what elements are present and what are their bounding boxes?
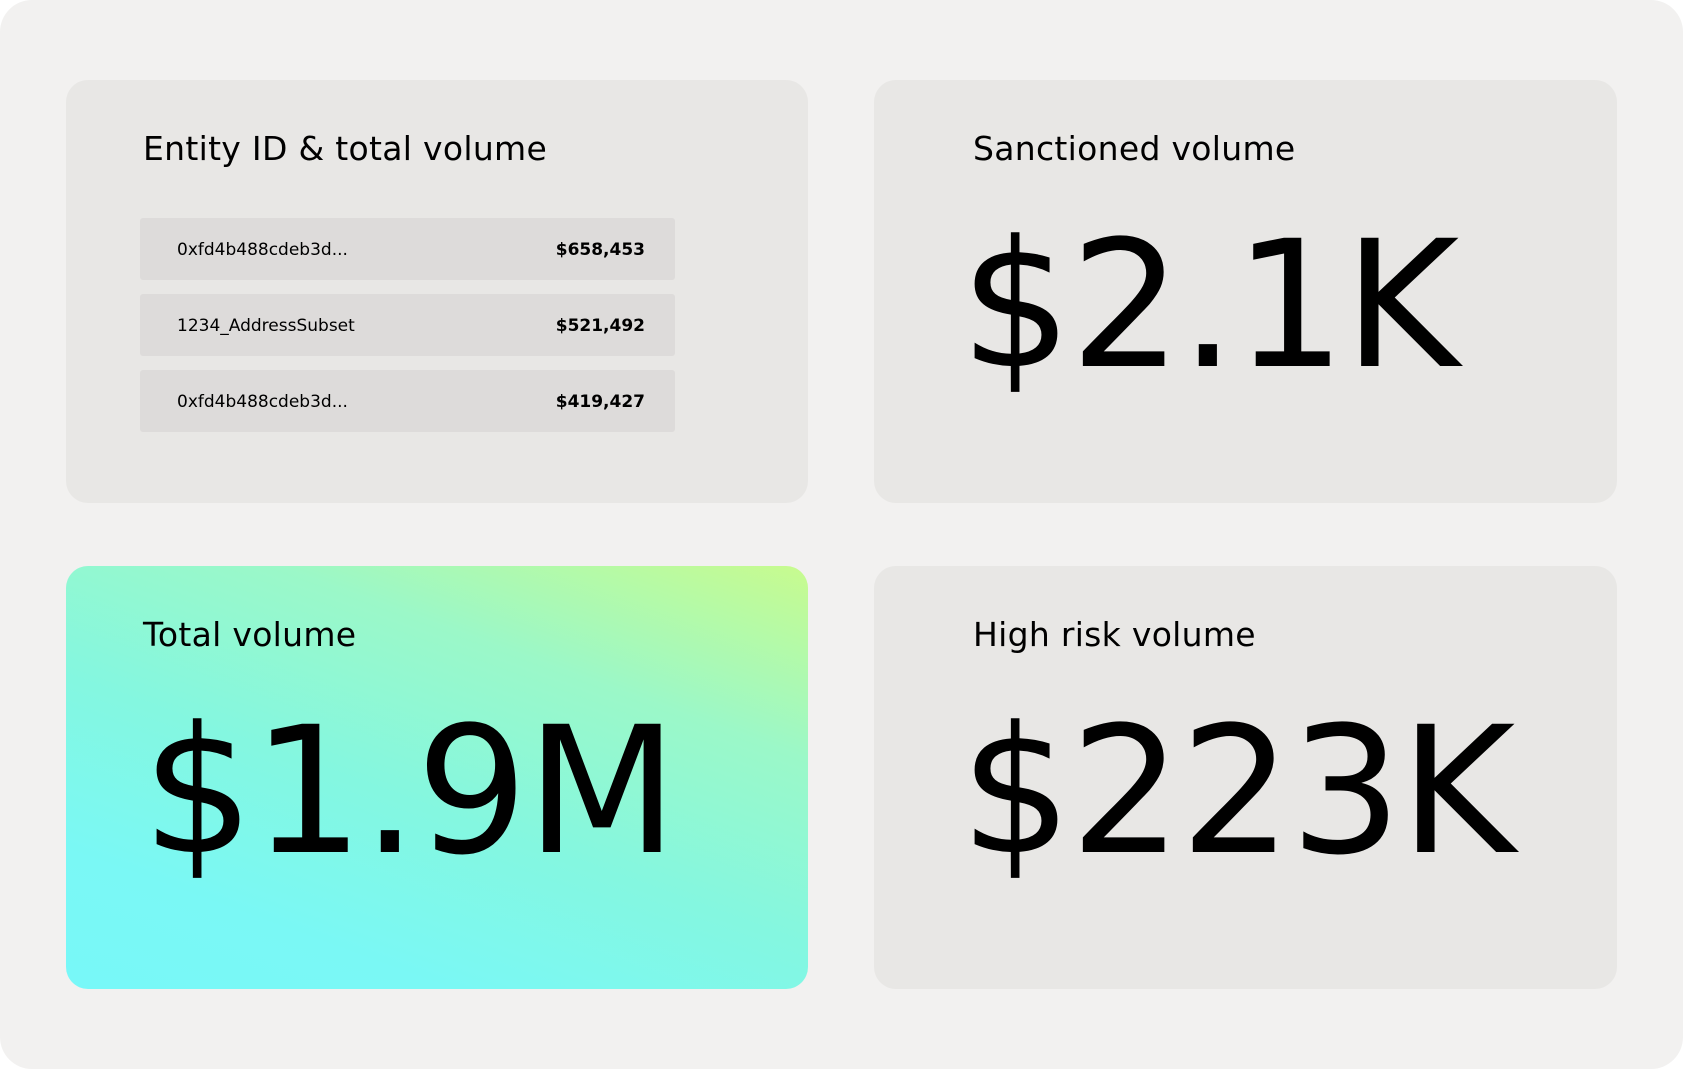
- high-risk-volume-title: High risk volume: [973, 615, 1256, 654]
- entity-volume-card: Entity ID & total volume 0xfd4b488cdeb3d…: [66, 80, 808, 503]
- entity-amount: $658,453: [555, 240, 645, 260]
- sanctioned-volume-card: Sanctioned volume $2.1K: [874, 80, 1617, 503]
- total-volume-title: Total volume: [143, 615, 357, 654]
- entity-id: 0xfd4b488cdeb3d...: [177, 240, 348, 260]
- entity-row[interactable]: 0xfd4b488cdeb3d... $658,453: [140, 218, 675, 280]
- entity-amount: $521,492: [555, 316, 645, 336]
- high-risk-volume-value: $223K: [960, 689, 1515, 894]
- entity-list: 0xfd4b488cdeb3d... $658,453 1234_Address…: [140, 218, 675, 446]
- entity-volume-title: Entity ID & total volume: [143, 129, 548, 168]
- entity-row[interactable]: 1234_AddressSubset $521,492: [140, 294, 675, 356]
- high-risk-volume-card: High risk volume $223K: [874, 566, 1617, 989]
- entity-id: 1234_AddressSubset: [177, 316, 355, 336]
- total-volume-card: Total volume $1.9M: [66, 566, 808, 989]
- sanctioned-volume-value: $2.1K: [960, 203, 1459, 408]
- entity-row[interactable]: 0xfd4b488cdeb3d... $419,427: [140, 370, 675, 432]
- entity-id: 0xfd4b488cdeb3d...: [177, 392, 348, 412]
- entity-amount: $419,427: [555, 392, 645, 412]
- dashboard-frame: Entity ID & total volume 0xfd4b488cdeb3d…: [0, 0, 1683, 1069]
- total-volume-value: $1.9M: [142, 689, 678, 894]
- sanctioned-volume-title: Sanctioned volume: [973, 129, 1296, 168]
